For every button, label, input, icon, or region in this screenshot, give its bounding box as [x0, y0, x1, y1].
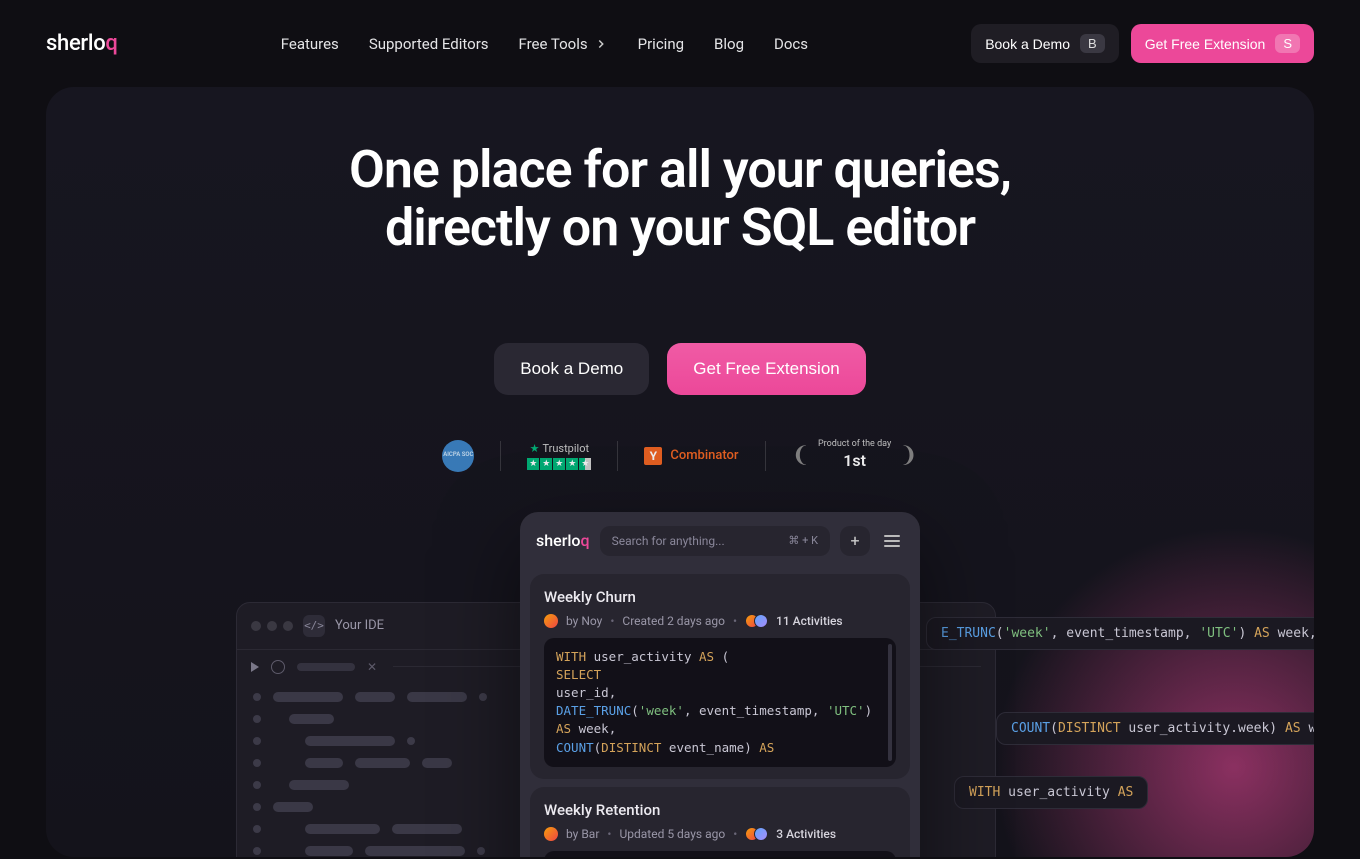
product-of-the-day-badge: ❨ Product of the day 1st ❩ [792, 439, 918, 471]
get-extension-shortcut: S [1275, 34, 1300, 53]
nav-actions: Book a Demo B Get Free Extension S [971, 24, 1314, 63]
code-preview: WITH user_activity AS (SELECT user_id, D… [544, 851, 896, 857]
hero-get-extension-button[interactable]: Get Free Extension [667, 343, 865, 395]
ide-title: Your IDE [335, 618, 384, 633]
panel-brand-logo: sherloq [536, 531, 590, 550]
search-placeholder: Search for anything... [612, 534, 725, 548]
laurel-right-icon: ❩ [899, 443, 917, 468]
toolbar-placeholder [297, 663, 355, 671]
nav-free-tools-label: Free Tools [519, 35, 588, 53]
window-dot-icon [251, 621, 261, 631]
sherloq-panel: sherloq Search for anything... ⌘ + K + W… [520, 512, 920, 857]
search-input[interactable]: Search for anything... ⌘ + K [600, 526, 830, 556]
nav-pricing[interactable]: Pricing [638, 35, 684, 53]
query-author: by Noy [566, 614, 602, 628]
query-card-title: Weekly Retention [544, 801, 896, 819]
add-button[interactable]: + [840, 526, 870, 556]
ycombinator-badge: Y Combinator [644, 447, 738, 465]
avatar-icon [544, 614, 558, 628]
window-dot-icon [283, 621, 293, 631]
code-icon: </> [303, 615, 325, 637]
avatar-stack [745, 614, 768, 628]
panel-header: sherloq Search for anything... ⌘ + K + [530, 522, 910, 566]
trustpilot-stars: ★★★★★ [527, 458, 591, 470]
query-card[interactable]: Weekly Retention by Bar • Updated 5 days… [530, 787, 910, 857]
badge-separator [617, 441, 618, 471]
play-icon[interactable] [251, 662, 259, 672]
nav-free-tools[interactable]: Free Tools [519, 35, 608, 53]
query-meta-time: Created 2 days ago [622, 614, 725, 628]
hero-line2: directly on your SQL editor [385, 197, 975, 258]
soc-badge: AICPA SOC [442, 440, 474, 472]
trustpilot-badge: ★Trustpilot ★★★★★ [527, 442, 591, 470]
badge-separator [500, 441, 501, 471]
avatar-stack [745, 827, 768, 841]
avatar-icon [544, 827, 558, 841]
query-card-meta: by Noy • Created 2 days ago • 11 Activit… [544, 614, 896, 628]
brand-logo[interactable]: sherloq [46, 31, 118, 56]
hero-headline: One place for all your queries, directly… [86, 141, 1274, 257]
query-card-title: Weekly Churn [544, 588, 896, 606]
query-author: by Bar [566, 827, 599, 841]
code-preview: WITH user_activity AS (SELECT user_id, D… [544, 638, 896, 767]
book-demo-label: Book a Demo [985, 36, 1070, 52]
query-meta-time: Updated 5 days ago [619, 827, 725, 841]
query-activities: 3 Activities [776, 827, 836, 841]
nav-supported-editors[interactable]: Supported Editors [369, 35, 489, 53]
code-chip: E_TRUNC('week', event_timestamp, 'UTC') … [926, 617, 1314, 650]
trust-badges: AICPA SOC ★Trustpilot ★★★★★ Y Combinator… [86, 439, 1274, 471]
get-extension-label: Get Free Extension [1145, 36, 1266, 52]
window-controls [251, 621, 293, 631]
nav-links: Features Supported Editors Free Tools Pr… [281, 35, 808, 53]
top-nav: sherloq Features Supported Editors Free … [0, 0, 1360, 87]
close-tab-icon[interactable]: ✕ [367, 660, 377, 674]
brand-name-q: q [105, 31, 117, 56]
laurel-left-icon: ❨ [792, 443, 810, 468]
window-dot-icon [267, 621, 277, 631]
menu-icon[interactable] [880, 531, 904, 551]
screenshot-stage: </> Your IDE ✕ [86, 512, 1274, 857]
yc-logo-icon: Y [644, 447, 662, 465]
chevron-right-icon [594, 37, 608, 51]
hero-section: One place for all your queries, directly… [46, 87, 1314, 857]
yc-label: Combinator [670, 448, 738, 463]
hero-ctas: Book a Demo Get Free Extension [86, 343, 1274, 395]
book-demo-button[interactable]: Book a Demo B [971, 24, 1119, 63]
nav-features[interactable]: Features [281, 35, 339, 53]
query-card[interactable]: Weekly Churn by Noy • Created 2 days ago… [530, 574, 910, 779]
hero-book-demo-button[interactable]: Book a Demo [494, 343, 649, 395]
nav-docs[interactable]: Docs [774, 35, 808, 53]
search-shortcut: ⌘ + K [788, 534, 818, 547]
code-chip: WITH user_activity AS [954, 776, 1148, 809]
query-activities: 11 Activities [776, 614, 843, 628]
nav-blog[interactable]: Blog [714, 35, 744, 53]
trustpilot-label: Trustpilot [542, 442, 589, 455]
potd-rank: 1st [818, 451, 891, 472]
history-icon[interactable] [271, 660, 285, 674]
book-demo-shortcut: B [1080, 34, 1105, 53]
star-icon: ★ [530, 442, 540, 455]
get-extension-button[interactable]: Get Free Extension S [1131, 24, 1314, 63]
potd-label: Product of the day [818, 439, 891, 451]
badge-separator [765, 441, 766, 471]
brand-name-pre: sherlo [46, 31, 105, 56]
code-chip: COUNT(DISTINCT user_activity.week) AS we… [996, 712, 1314, 745]
query-card-meta: by Bar • Updated 5 days ago • 3 Activiti… [544, 827, 896, 841]
hero-line1: One place for all your queries, [349, 139, 1011, 200]
